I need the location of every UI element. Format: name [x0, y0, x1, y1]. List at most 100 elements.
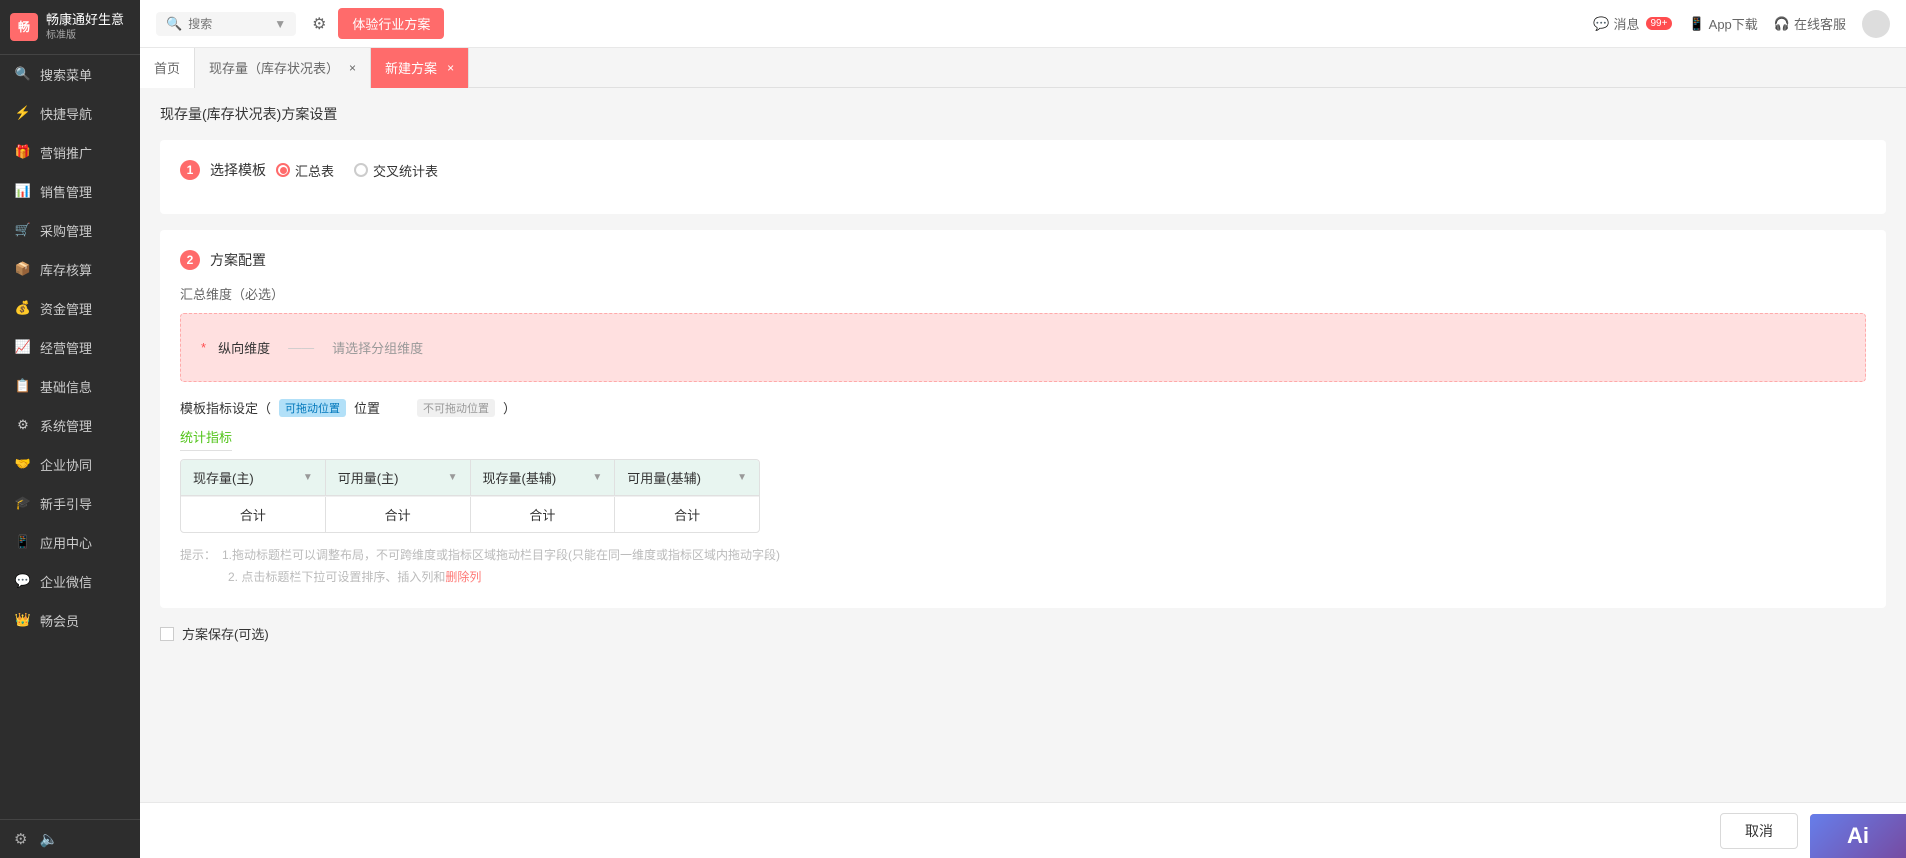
sidebar-item-1[interactable]: ⚡快捷导航	[0, 94, 140, 133]
radio-summary[interactable]: 汇总表	[276, 161, 334, 180]
save-section: 方案保存(可选)	[160, 624, 1886, 643]
tips-section: 提示： 1.拖动标题栏可以调整布局，不可跨维度或指标区域拖动栏目字段(只能在同一…	[180, 545, 1866, 588]
logo-text: 畅康通好生意 标准版	[46, 12, 124, 42]
sidebar-item-9[interactable]: ⚙系统管理	[0, 406, 140, 445]
sidebar-item-11[interactable]: 🎓新手引导	[0, 484, 140, 523]
save-checkbox[interactable]	[160, 627, 174, 641]
sidebar-item-7[interactable]: 📈经营管理	[0, 328, 140, 367]
topbar: 🔍 ▼ ⚙ 体验行业方案 💬 消息 99+ 📱 App下载 🎧 在线客服	[140, 0, 1906, 48]
dimension-section-label: 汇总维度（必选）	[180, 284, 1866, 303]
search-icon: 🔍	[166, 16, 182, 32]
dimension-placeholder: 请选择分组维度	[332, 338, 423, 357]
sidebar-icon-12: 📱	[14, 533, 32, 551]
online-service-item[interactable]: 🎧 在线客服	[1774, 14, 1846, 33]
page-title: 现存量(库存状况表)方案设置	[160, 104, 1886, 124]
stats-col-0[interactable]: 现存量(主)▼	[181, 460, 326, 495]
sidebar-item-8[interactable]: 📋基础信息	[0, 367, 140, 406]
message-item[interactable]: 💬 消息 99+	[1593, 14, 1672, 33]
dimension-label: 纵向维度	[218, 338, 270, 357]
sidebar-item-2[interactable]: 🎁营销推广	[0, 133, 140, 172]
message-badge: 99+	[1646, 17, 1673, 30]
stats-col-3[interactable]: 可用量(基辅)▼	[615, 460, 759, 495]
sidebar-icon-3: 📊	[14, 182, 32, 200]
step2-title: 方案配置	[210, 250, 266, 270]
sidebar-icon-6: 💰	[14, 299, 32, 317]
cancel-button[interactable]: 取消	[1720, 813, 1798, 849]
step1-num: 1	[180, 160, 200, 180]
step2-card: 2 方案配置 汇总维度（必选） * 纵向维度 —— 请选择分组维度 模板指标设定…	[160, 230, 1886, 608]
sidebar-item-5[interactable]: 📦库存核算	[0, 250, 140, 289]
radio-cross-circle	[354, 163, 368, 177]
avatar[interactable]	[1862, 10, 1890, 38]
ai-badge[interactable]: Ai	[1810, 814, 1906, 858]
template-radio-group: 汇总表 交叉统计表	[276, 161, 438, 180]
sidebar-icon-13: 💬	[14, 572, 32, 590]
sidebar: 畅 畅康通好生意 标准版 🔍搜索菜单⚡快捷导航🎁营销推广📊销售管理🛒采购管理📦库…	[0, 0, 140, 858]
bottom-bar: 取消 查询	[140, 802, 1906, 858]
sidebar-nav: 🔍搜索菜单⚡快捷导航🎁营销推广📊销售管理🛒采购管理📦库存核算💰资金管理📈经营管理…	[0, 55, 140, 819]
sidebar-item-14[interactable]: 👑畅会员	[0, 601, 140, 640]
col-dropdown-icon-2[interactable]: ▼	[592, 472, 602, 483]
search-box[interactable]: 🔍 ▼	[156, 12, 296, 36]
sidebar-icon-1: ⚡	[14, 104, 32, 122]
sidebar-icon-5: 📦	[14, 260, 32, 278]
stats-cell-row0-3: 合计	[615, 497, 759, 532]
draggable-badge: 可拖动位置	[279, 399, 346, 417]
tab-home[interactable]: 首页	[140, 48, 195, 88]
tab-new-plan-close[interactable]: ×	[447, 61, 454, 75]
topbar-right: 💬 消息 99+ 📱 App下载 🎧 在线客服	[1593, 10, 1890, 38]
dimension-line: ——	[288, 340, 314, 355]
sidebar-bottom: ⚙ 🔈	[0, 819, 140, 858]
headset-icon: 🎧	[1774, 16, 1790, 32]
sidebar-icon-9: ⚙	[14, 416, 32, 434]
sidebar-icon-4: 🛒	[14, 221, 32, 239]
sidebar-item-4[interactable]: 🛒采购管理	[0, 211, 140, 250]
sidebar-icon-11: 🎓	[14, 494, 32, 512]
stats-cell-row0-1: 合计	[326, 497, 471, 532]
radio-cross[interactable]: 交叉统计表	[354, 161, 438, 180]
stats-col-1[interactable]: 可用量(主)▼	[326, 460, 471, 495]
stats-cell-row0-0: 合计	[181, 497, 326, 532]
metric-settings-label: 模板指标设定（ 可拖动位置 位置 不可拖动位置 ）	[180, 398, 1866, 417]
sidebar-item-12[interactable]: 📱应用中心	[0, 523, 140, 562]
save-label: 方案保存(可选)	[182, 624, 269, 643]
col-dropdown-icon-1[interactable]: ▼	[448, 472, 458, 483]
step1-header: 1 选择模板 汇总表 交叉统计表	[180, 160, 1866, 180]
sidebar-item-6[interactable]: 💰资金管理	[0, 289, 140, 328]
search-dropdown-icon[interactable]: ▼	[274, 17, 286, 31]
stats-col-2[interactable]: 现存量(基辅)▼	[471, 460, 616, 495]
logo-icon: 畅	[10, 13, 38, 41]
stats-cell-row0-2: 合计	[471, 497, 616, 532]
tabbar: 首页 现存量（库存状况表） × 新建方案 ×	[140, 48, 1906, 88]
col-dropdown-icon-3[interactable]: ▼	[737, 472, 747, 483]
sidebar-item-13[interactable]: 💬企业微信	[0, 562, 140, 601]
sidebar-item-3[interactable]: 📊销售管理	[0, 172, 140, 211]
topbar-gear-icon[interactable]: ⚙	[312, 14, 326, 34]
sidebar-logo: 畅 畅康通好生意 标准版	[0, 0, 140, 55]
app-download-item[interactable]: 📱 App下载	[1688, 14, 1757, 33]
step1-card: 1 选择模板 汇总表 交叉统计表	[160, 140, 1886, 214]
sidebar-icon-14: 👑	[14, 611, 32, 629]
main-area: 🔍 ▼ ⚙ 体验行业方案 💬 消息 99+ 📱 App下载 🎧 在线客服	[140, 0, 1906, 858]
tab-new-plan[interactable]: 新建方案 ×	[371, 48, 469, 88]
message-icon: 💬	[1593, 16, 1609, 32]
stats-table-header: 现存量(主)▼可用量(主)▼现存量(基辅)▼可用量(基辅)▼	[181, 460, 759, 496]
non-draggable-badge: 不可拖动位置	[417, 399, 495, 417]
step2-header: 2 方案配置	[180, 250, 1866, 270]
sidebar-item-0[interactable]: 🔍搜索菜单	[0, 55, 140, 94]
sidebar-icon-2: 🎁	[14, 143, 32, 161]
sidebar-icon-7: 📈	[14, 338, 32, 356]
dimension-box[interactable]: * 纵向维度 —— 请选择分组维度	[180, 313, 1866, 382]
phone-icon: 📱	[1688, 16, 1704, 32]
col-dropdown-icon-0[interactable]: ▼	[303, 472, 313, 483]
content-area: 现存量(库存状况表)方案设置 1 选择模板 汇总表 交叉统计表	[140, 88, 1906, 802]
settings-icon[interactable]: ⚙	[14, 830, 27, 848]
speaker-icon[interactable]: 🔈	[39, 830, 58, 848]
search-input[interactable]	[188, 17, 268, 31]
sidebar-icon-0: 🔍	[14, 65, 32, 83]
tab-inventory-close[interactable]: ×	[349, 61, 356, 75]
stats-table-row: 合计合计合计合计	[181, 496, 759, 532]
tab-inventory[interactable]: 现存量（库存状况表） ×	[195, 48, 371, 88]
sidebar-item-10[interactable]: 🤝企业协同	[0, 445, 140, 484]
experience-button[interactable]: 体验行业方案	[338, 8, 444, 39]
